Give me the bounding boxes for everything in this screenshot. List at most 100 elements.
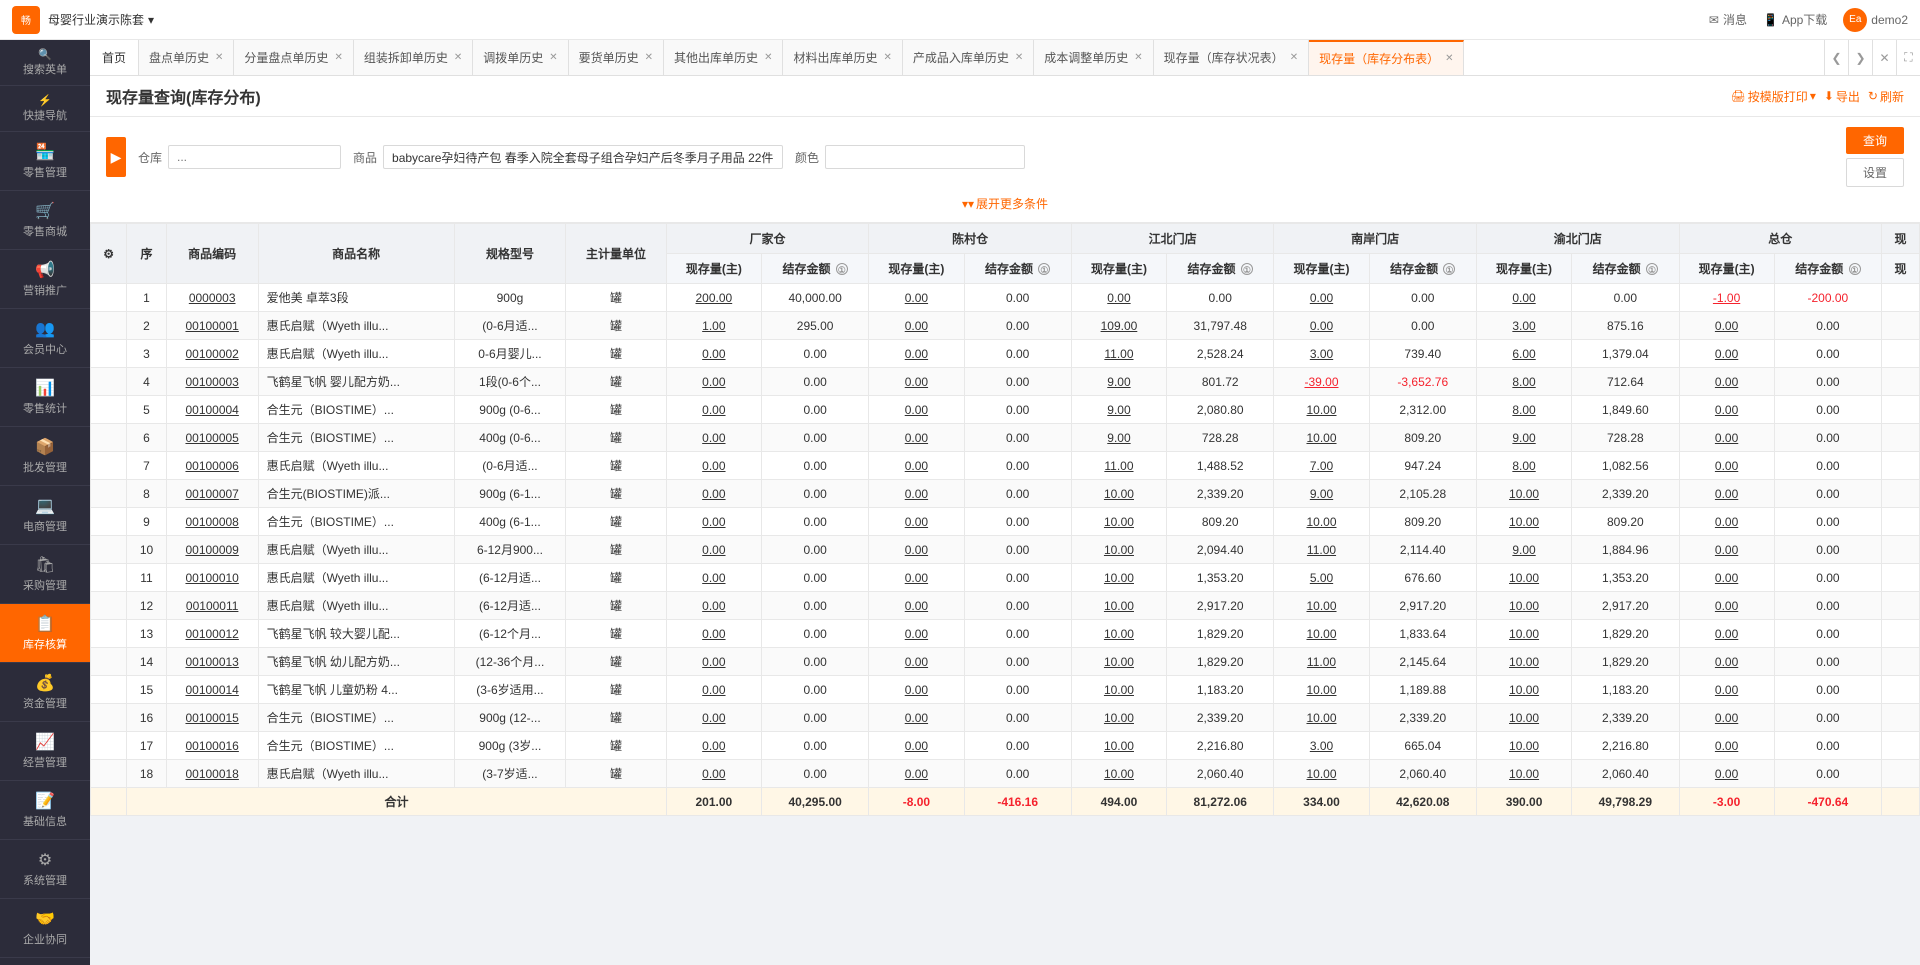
sidebar-item-guide[interactable]: 🎓 新手引导 xyxy=(0,958,90,965)
refresh-btn[interactable]: ↻ 刷新 xyxy=(1868,88,1904,105)
sidebar-item-ecommerce[interactable]: 💻 电商管理 xyxy=(0,486,90,545)
row-nanan-qty: 9.00 xyxy=(1274,480,1369,508)
sidebar-item-wholesale[interactable]: 📦 批发管理 xyxy=(0,427,90,486)
tab-combine[interactable]: 组装拆卸单历史 ✕ xyxy=(354,40,473,76)
tab-home[interactable]: 首页 xyxy=(90,40,139,76)
tab-next-btn[interactable]: ❯ xyxy=(1848,40,1872,76)
sidebar-item-retail[interactable]: 🏪 零售管理 xyxy=(0,132,90,191)
goods-input[interactable] xyxy=(383,145,783,169)
sidebar-item-retail-stat[interactable]: 📊 零售统计 xyxy=(0,368,90,427)
tab-sub-inventory[interactable]: 分量盘点单历史 ✕ xyxy=(234,40,353,76)
row-gear[interactable] xyxy=(91,648,127,676)
tab-close-icon[interactable]: ✕ xyxy=(883,52,891,63)
tab-close-icon[interactable]: ✕ xyxy=(764,52,772,63)
table-row: 8 00100007 合生元(BIOSTIME)派... 900g (6-1..… xyxy=(91,480,1920,508)
tab-close-icon[interactable]: ✕ xyxy=(1290,52,1298,63)
row-gear[interactable] xyxy=(91,732,127,760)
sidebar-item-system[interactable]: ⚙ 系统管理 xyxy=(0,840,90,899)
row-gear[interactable] xyxy=(91,480,127,508)
message-btn[interactable]: ✉ 消息 xyxy=(1709,11,1747,28)
tab-prev-btn[interactable]: ❮ xyxy=(1824,40,1848,76)
sidebar-purchase-label: 采购管理 xyxy=(4,577,86,593)
app-download-label: App下载 xyxy=(1782,11,1827,28)
color-input[interactable] xyxy=(825,145,1025,169)
col-current-header: 现 xyxy=(1882,224,1920,254)
row-nanan-qty: 10.00 xyxy=(1274,508,1369,536)
export-btn[interactable]: ⬇ 导出 xyxy=(1824,88,1860,105)
sidebar-item-finance[interactable]: 💰 资金管理 xyxy=(0,663,90,722)
info-icon[interactable]: ① xyxy=(1241,263,1253,275)
export-icon: ⬇ xyxy=(1824,89,1834,103)
row-code: 00100015 xyxy=(166,704,258,732)
info-icon[interactable]: ① xyxy=(836,263,848,275)
warehouse-input[interactable] xyxy=(168,145,341,169)
row-yubei-amt: 1,829.20 xyxy=(1572,648,1679,676)
tab-cost-adjust[interactable]: 成本调整单历史 ✕ xyxy=(1034,40,1153,76)
sidebar-item-inventory[interactable]: 📋 库存核算 xyxy=(0,604,90,663)
row-gear[interactable] xyxy=(91,760,127,788)
row-jiangbei-amt: 0.00 xyxy=(1167,284,1274,312)
tab-close-icon[interactable]: ✕ xyxy=(454,52,462,63)
setting-btn[interactable]: 设置 xyxy=(1846,158,1904,187)
tab-stock-dist[interactable]: 现存量（库存分布表） ✕ xyxy=(1309,40,1464,76)
row-gear[interactable] xyxy=(91,452,127,480)
summary-chencun-qty: -8.00 xyxy=(869,788,964,816)
sidebar-item-purchase[interactable]: 🛍 采购管理 xyxy=(0,545,90,604)
row-gear[interactable] xyxy=(91,676,127,704)
row-gear[interactable] xyxy=(91,564,127,592)
row-gear[interactable] xyxy=(91,424,127,452)
tab-transfer[interactable]: 调拨单历史 ✕ xyxy=(473,40,568,76)
store-selector[interactable]: 母婴行业演示陈套 ▾ xyxy=(48,11,154,28)
tab-maximize-btn[interactable]: ⛶ xyxy=(1896,40,1920,76)
row-gear[interactable] xyxy=(91,536,127,564)
row-gear[interactable] xyxy=(91,704,127,732)
user-area[interactable]: Ea demo2 xyxy=(1843,8,1908,32)
sidebar-item-nav[interactable]: ⚡ 快捷导航 xyxy=(0,86,90,132)
sidebar-item-operation[interactable]: 📈 经营管理 xyxy=(0,722,90,781)
expand-btn[interactable]: ▾▾ 展开更多条件 xyxy=(962,195,1048,212)
sidebar-item-search[interactable]: 🔍 搜索英单 xyxy=(0,40,90,86)
info-icon[interactable]: ① xyxy=(1646,263,1658,275)
row-jiangbei-amt: 2,060.40 xyxy=(1167,760,1274,788)
row-index: 6 xyxy=(127,424,167,452)
collapse-btn[interactable]: ▶ xyxy=(106,137,126,177)
sidebar-item-member[interactable]: 👥 会员中心 xyxy=(0,309,90,368)
tab-other-out[interactable]: 其他出库单历史 ✕ xyxy=(664,40,783,76)
tab-close-icon[interactable]: ✕ xyxy=(1015,52,1023,63)
app-download-btn[interactable]: 📱 App下载 xyxy=(1763,11,1827,28)
sidebar-item-retail-mall[interactable]: 🛒 零售商城 xyxy=(0,191,90,250)
row-chencun-qty: 0.00 xyxy=(869,648,964,676)
row-gear[interactable] xyxy=(91,284,127,312)
tab-label: 其他出库单历史 xyxy=(674,49,758,66)
sidebar-item-corp[interactable]: 🤝 企业协同 xyxy=(0,899,90,958)
tab-close-icon[interactable]: ✕ xyxy=(1134,52,1142,63)
info-icon[interactable]: ① xyxy=(1038,263,1050,275)
sidebar-basic-label: 基础信息 xyxy=(4,813,86,829)
info-icon[interactable]: ① xyxy=(1443,263,1455,275)
tab-material-out[interactable]: 材料出库单历史 ✕ xyxy=(783,40,902,76)
tab-close-icon[interactable]: ✕ xyxy=(645,52,653,63)
tab-close-icon[interactable]: ✕ xyxy=(549,52,557,63)
row-gear[interactable] xyxy=(91,592,127,620)
print-btn[interactable]: 🖨 按模版打印 ▾ xyxy=(1731,88,1816,105)
tab-close-all-btn[interactable]: ✕ xyxy=(1872,40,1896,76)
sidebar-item-marketing[interactable]: 📢 营销推广 xyxy=(0,250,90,309)
row-gear[interactable] xyxy=(91,340,127,368)
tab-inventory-count[interactable]: 盘点单历史 ✕ xyxy=(139,40,234,76)
tab-close-icon[interactable]: ✕ xyxy=(215,52,223,63)
tab-stock-status[interactable]: 现存量（库存状况表） ✕ xyxy=(1154,40,1309,76)
tab-purchase-req[interactable]: 要货单历史 ✕ xyxy=(569,40,664,76)
tab-close-icon[interactable]: ✕ xyxy=(1445,53,1453,64)
info-icon[interactable]: ① xyxy=(1849,263,1861,275)
row-gear[interactable] xyxy=(91,620,127,648)
row-changjiacao-amt: 0.00 xyxy=(761,508,868,536)
col-gear[interactable]: ⚙ xyxy=(91,224,127,284)
row-gear[interactable] xyxy=(91,368,127,396)
row-gear[interactable] xyxy=(91,508,127,536)
row-gear[interactable] xyxy=(91,312,127,340)
sidebar-item-basic[interactable]: 📝 基础信息 xyxy=(0,781,90,840)
row-gear[interactable] xyxy=(91,396,127,424)
query-btn[interactable]: 查询 xyxy=(1846,127,1904,154)
tab-product-in[interactable]: 产成品入库单历史 ✕ xyxy=(903,40,1034,76)
tab-close-icon[interactable]: ✕ xyxy=(334,52,342,63)
